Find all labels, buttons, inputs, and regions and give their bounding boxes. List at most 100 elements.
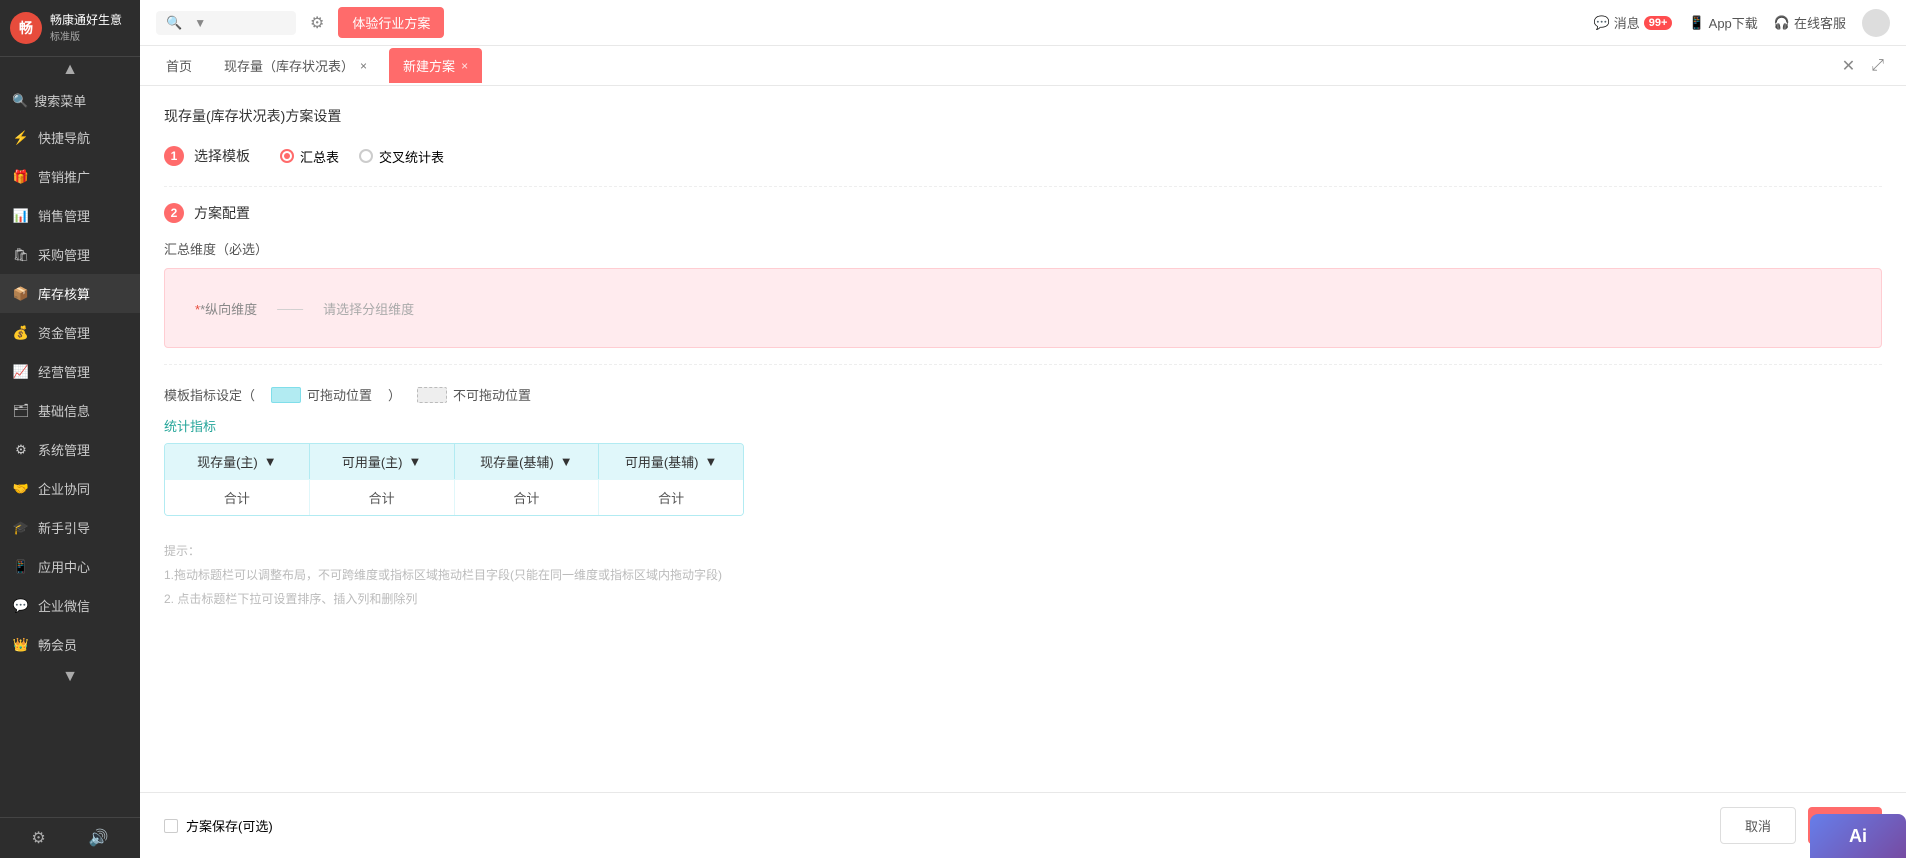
sidebar-item-wechat[interactable]: 💬 企业微信 — [0, 586, 140, 625]
window-expand-btn[interactable]: ⤢ — [1865, 53, 1890, 79]
sidebar-item-cooperation[interactable]: 🤝 企业协同 — [0, 469, 140, 508]
section2-header: 2 方案配置 — [164, 203, 1882, 223]
sidebar-item-quick-nav[interactable]: ⚡ 快捷导航 — [0, 118, 140, 157]
sales-icon: 📊 — [12, 207, 30, 225]
movable-box — [271, 387, 301, 403]
bottom-bar: 方案保存(可选) 取消 查询 — [140, 792, 1906, 858]
fixed-label: 不可拖动位置 — [453, 385, 531, 404]
dimension-label: 汇总维度（必选） — [164, 239, 1882, 258]
sidebar-item-label: 新手引导 — [38, 518, 90, 537]
col-1-dropdown[interactable]: ▼ — [409, 454, 422, 469]
radio-cross-circle — [359, 149, 373, 163]
tab-home[interactable]: 首页 — [156, 48, 202, 83]
section1-row: 1 选择模板 汇总表 交叉统计表 — [164, 146, 1882, 166]
stats-col-3[interactable]: 可用量(基辅) ▼ — [599, 444, 743, 479]
divider-1 — [164, 186, 1882, 187]
section2-number: 2 — [164, 203, 184, 223]
col-0-dropdown[interactable]: ▼ — [264, 454, 277, 469]
tab-new-plan-close[interactable]: × — [461, 59, 468, 73]
radio-cross-table[interactable]: 交叉统计表 — [359, 147, 444, 166]
sidebar-item-label: 销售管理 — [38, 206, 90, 225]
template-indicator-section: 模板指标设定（ 可拖动位置 ） 不可拖动位置 — [164, 385, 1882, 404]
window-close-btn[interactable]: ✕ — [1836, 52, 1861, 80]
online-service-item[interactable]: 🎧 在线客服 — [1774, 13, 1846, 32]
dimension-section: 汇总维度（必选） **纵向维度 —— 请选择分组维度 — [164, 239, 1882, 348]
sidebar-item-marketing[interactable]: 🎁 营销推广 — [0, 157, 140, 196]
sidebar-item-new-guide[interactable]: 🎓 新手引导 — [0, 508, 140, 547]
sidebar-item-system[interactable]: ⚙ 系统管理 — [0, 430, 140, 469]
dimension-required-text: *纵向维度 — [200, 302, 257, 317]
app-download-item[interactable]: 📱 App下载 — [1688, 13, 1757, 32]
tab-new-plan[interactable]: 新建方案 × — [389, 48, 482, 83]
topbar-search-area[interactable]: 🔍 ▼ — [156, 11, 296, 35]
stats-col-1[interactable]: 可用量(主) ▼ — [310, 444, 455, 479]
tab-inventory-close[interactable]: × — [360, 59, 367, 73]
sidebar-item-label: 企业微信 — [38, 596, 90, 615]
message-badge: 99+ — [1644, 16, 1673, 30]
member-icon: 👑 — [12, 636, 30, 654]
settings-button[interactable]: ⚙ — [31, 828, 45, 848]
dimension-required: **纵向维度 — [195, 299, 257, 318]
dimension-separator: —— — [277, 301, 303, 316]
sidebar-item-member[interactable]: 👑 畅会员 — [0, 625, 140, 664]
search-dropdown-btn[interactable]: ▼ — [194, 16, 206, 30]
cooperation-icon: 🤝 — [12, 480, 30, 498]
stats-col-0[interactable]: 现存量(主) ▼ — [165, 444, 310, 479]
sidebar-item-operations[interactable]: 📈 经营管理 — [0, 352, 140, 391]
tab-inventory[interactable]: 现存量（库存状况表） × — [210, 48, 381, 83]
sidebar: 畅 畅康通好生意 标准版 ▲ 🔍 搜索菜单 ⚡ 快捷导航 🎁 营销推广 📊 销售… — [0, 0, 140, 858]
sidebar-item-label: 快捷导航 — [38, 128, 90, 147]
tip-1: 1.拖动标题栏可以调整布局，不可跨维度或指标区域拖动栏目字段(只能在同一维度或指… — [164, 563, 1882, 587]
radio-summary-table[interactable]: 汇总表 — [280, 147, 339, 166]
sidebar-scroll-down[interactable]: ▼ — [0, 664, 140, 690]
topbar: 🔍 ▼ ⚙ 体验行业方案 💬 消息 99+ 📱 App下载 🎧 在线客服 — [140, 0, 1906, 46]
user-avatar[interactable] — [1862, 9, 1890, 37]
sidebar-logo: 畅 畅康通好生意 标准版 — [0, 0, 140, 57]
sidebar-bottom: ⚙ 🔊 — [0, 817, 140, 858]
fixed-box — [417, 387, 447, 403]
section1-header: 1 选择模板 — [164, 146, 250, 166]
marketing-icon: 🎁 — [12, 168, 30, 186]
sidebar-item-basic-info[interactable]: 🗂 基础信息 — [0, 391, 140, 430]
stats-body-row: 合计 合计 合计 合计 — [165, 479, 743, 515]
sidebar-item-finance[interactable]: 💰 资金管理 — [0, 313, 140, 352]
col-3-dropdown[interactable]: ▼ — [705, 454, 718, 469]
save-checkbox[interactable]: 方案保存(可选) — [164, 816, 273, 835]
dimension-box[interactable]: **纵向维度 —— 请选择分组维度 — [164, 268, 1882, 348]
stats-col-2[interactable]: 现存量(基辅) ▼ — [455, 444, 600, 479]
system-icon: ⚙ — [12, 441, 30, 459]
app-center-icon: 📱 — [12, 558, 30, 576]
template-radio-group: 汇总表 交叉统计表 — [280, 147, 444, 166]
ai-fab-label: Ai — [1849, 826, 1867, 847]
col-2-dropdown[interactable]: ▼ — [560, 454, 573, 469]
app-download-label: App下载 — [1709, 13, 1758, 32]
section2-title: 方案配置 — [194, 203, 250, 223]
cancel-button[interactable]: 取消 — [1720, 807, 1796, 844]
logo-text: 畅康通好生意 标准版 — [50, 13, 122, 44]
sidebar-item-inventory[interactable]: 📦 库存核算 — [0, 274, 140, 313]
sidebar-item-sales[interactable]: 📊 销售管理 — [0, 196, 140, 235]
topbar-right: 💬 消息 99+ 📱 App下载 🎧 在线客服 — [1594, 9, 1890, 37]
sidebar-item-label: 系统管理 — [38, 440, 90, 459]
sidebar-scroll-up[interactable]: ▲ — [0, 57, 140, 83]
topbar-gear-button[interactable]: ⚙ — [306, 9, 328, 37]
message-label: 消息 — [1614, 13, 1640, 32]
headset-icon: 🎧 — [1774, 15, 1790, 31]
sidebar-item-label: 营销推广 — [38, 167, 90, 186]
sidebar-item-purchase[interactable]: 🛍 采购管理 — [0, 235, 140, 274]
audio-button[interactable]: 🔊 — [89, 828, 109, 848]
stats-body-3: 合计 — [599, 479, 743, 515]
industry-btn[interactable]: 体验行业方案 — [338, 7, 444, 38]
sidebar-item-label: 经营管理 — [38, 362, 90, 381]
content-area: 现存量(库存状况表)方案设置 1 选择模板 汇总表 — [140, 86, 1906, 792]
save-checkbox-box[interactable] — [164, 819, 178, 833]
tip-2: 2. 点击标题栏下拉可设置排序、插入列和删除列 — [164, 587, 1882, 611]
sidebar-item-app-center[interactable]: 📱 应用中心 — [0, 547, 140, 586]
sidebar-search[interactable]: 🔍 搜索菜单 — [0, 83, 140, 118]
tab-inventory-label: 现存量（库存状况表） — [224, 56, 354, 75]
finance-icon: 💰 — [12, 324, 30, 342]
message-item[interactable]: 💬 消息 99+ — [1594, 13, 1673, 32]
online-service-label: 在线客服 — [1794, 13, 1846, 32]
ai-fab-button[interactable]: Ai — [1810, 814, 1906, 858]
main-area: 🔍 ▼ ⚙ 体验行业方案 💬 消息 99+ 📱 App下载 🎧 在线客服 首页 — [140, 0, 1906, 858]
